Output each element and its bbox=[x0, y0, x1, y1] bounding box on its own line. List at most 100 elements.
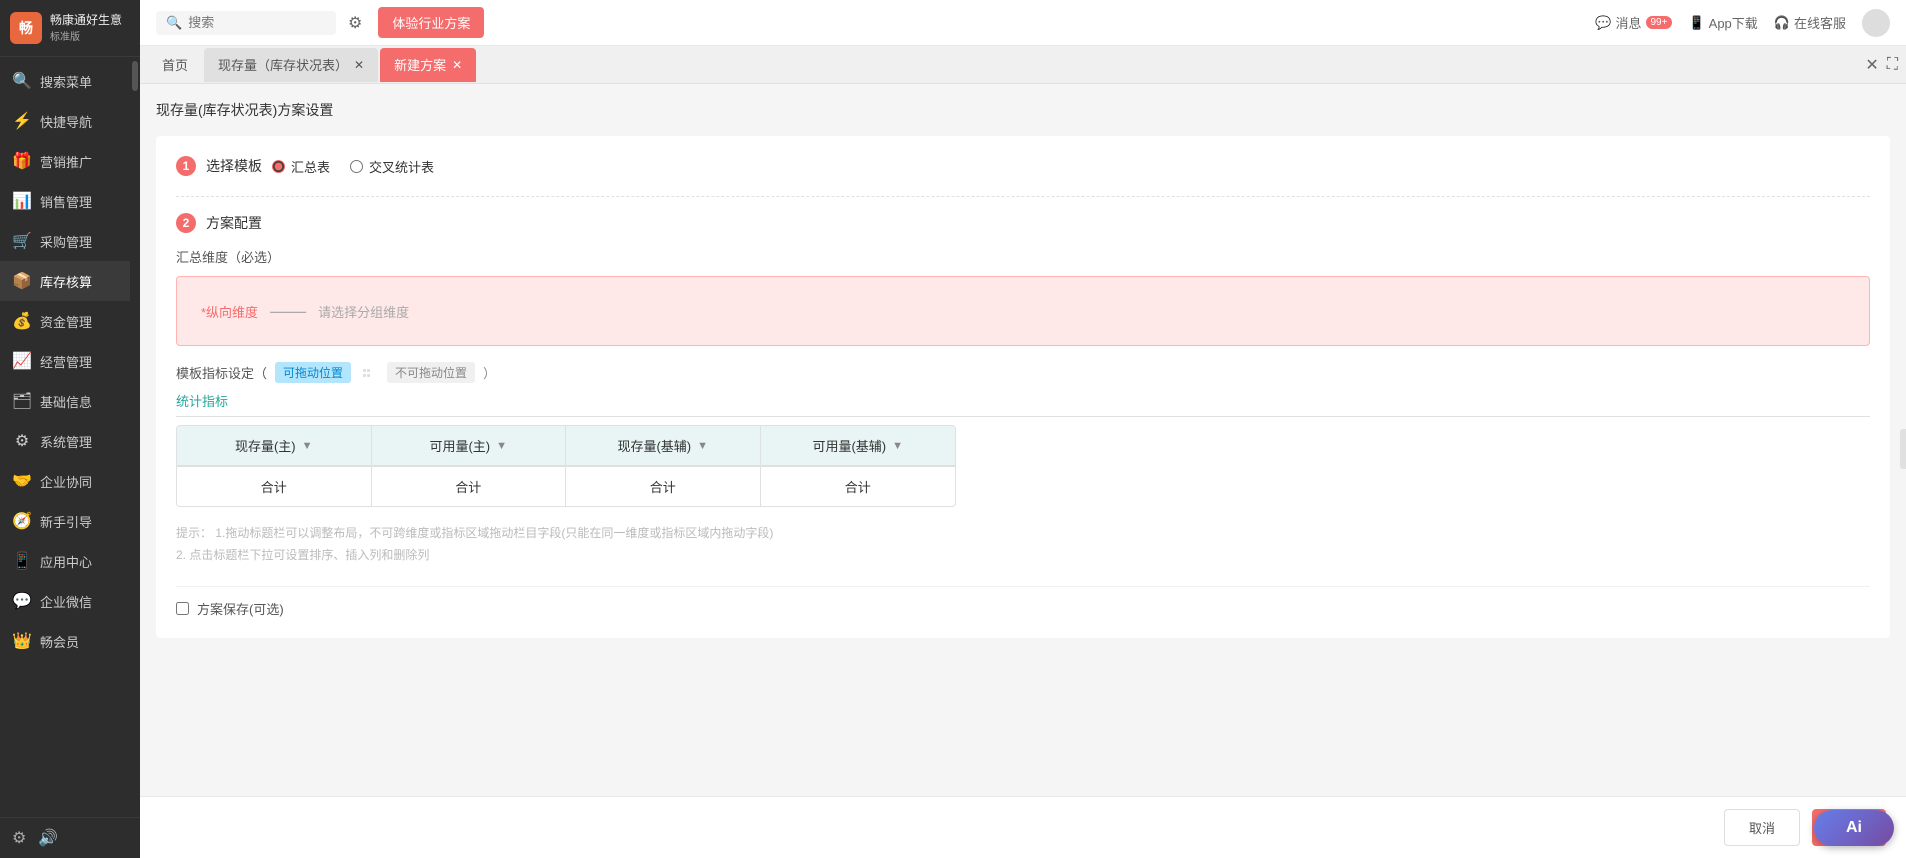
dim-placeholder: 请选择分组维度 bbox=[318, 302, 409, 321]
search-icon: 🔍 bbox=[166, 15, 182, 31]
scrollbar-thumb bbox=[132, 61, 138, 91]
sound-icon[interactable]: 🔊 bbox=[38, 828, 58, 848]
tabbar: 首页 现存量（库存状况表） ✕ 新建方案 ✕ ✕ ⛶ bbox=[140, 46, 1906, 84]
operations-icon: 📈 bbox=[12, 351, 32, 371]
tab-home[interactable]: 首页 bbox=[148, 48, 202, 82]
sidebar-scrollbar[interactable] bbox=[130, 57, 140, 817]
topbar-user[interactable] bbox=[1862, 9, 1890, 37]
stats-table-body: 合计 合计 合计 合计 bbox=[177, 466, 955, 506]
sidebar-nav: 🔍 搜索菜单 ⚡ 快捷导航 🎁 营销推广 📊 销售管理 🛒 采购管理 📦 bbox=[0, 57, 130, 817]
draggable-badge: 可拖动位置 bbox=[275, 362, 351, 383]
headset-icon: 🎧 bbox=[1774, 15, 1790, 31]
sidebar-item-member[interactable]: 👑 畅会员 bbox=[0, 621, 130, 661]
tab-new-plan[interactable]: 新建方案 ✕ bbox=[380, 48, 476, 82]
sidebar-item-app-center[interactable]: 📱 应用中心 bbox=[0, 541, 130, 581]
col-dropdown-1[interactable]: ▼ bbox=[496, 440, 507, 452]
tab-close-btn[interactable]: ✕ bbox=[1865, 55, 1878, 75]
col-header-3: 可用量(基辅) ▼ bbox=[761, 426, 956, 465]
section1-header: 1 选择模板 汇总表 交叉统计表 bbox=[176, 156, 1870, 176]
topbar-app-download[interactable]: 📱 App下载 bbox=[1688, 13, 1757, 32]
sidebar-item-enterprise[interactable]: 🤝 企业协同 bbox=[0, 461, 130, 501]
system-icon: ⚙ bbox=[12, 431, 32, 451]
stats-section: 统计指标 现存量(主) ▼ 可用量(主) ▼ bbox=[176, 391, 1870, 507]
search-menu-icon: 🔍 bbox=[12, 71, 32, 91]
save-checkbox[interactable] bbox=[176, 602, 189, 615]
col-dropdown-3[interactable]: ▼ bbox=[892, 440, 903, 452]
mobile-icon: 📱 bbox=[1688, 15, 1704, 31]
template-summary[interactable]: 汇总表 bbox=[272, 157, 330, 176]
non-draggable-badge: 不可拖动位置 bbox=[387, 362, 475, 383]
col-dropdown-0[interactable]: ▼ bbox=[302, 440, 313, 452]
page-title: 现存量(库存状况表)方案设置 bbox=[156, 100, 1890, 120]
app-logo-icon: 畅 bbox=[10, 12, 42, 44]
enterprise-icon: 🤝 bbox=[12, 471, 32, 491]
sidebar-item-finance[interactable]: 💰 资金管理 bbox=[0, 301, 130, 341]
col-dropdown-2[interactable]: ▼ bbox=[697, 440, 708, 452]
sidebar-item-wechat[interactable]: 💬 企业微信 bbox=[0, 581, 130, 621]
msg-icon: 💬 bbox=[1595, 15, 1611, 31]
search-input[interactable] bbox=[188, 15, 308, 30]
footer: 取消 查询 bbox=[140, 796, 1906, 858]
dim-required-text: *纵向维度 bbox=[201, 302, 258, 321]
tab-expand-btn[interactable]: ⛶ bbox=[1887, 55, 1898, 75]
sidebar-logo: 畅 畅康通好生意 标准版 bbox=[0, 0, 140, 57]
radio-summary[interactable] bbox=[272, 160, 285, 173]
sidebar-item-operations[interactable]: 📈 经营管理 bbox=[0, 341, 130, 381]
stats-table-header: 现存量(主) ▼ 可用量(主) ▼ 现存量(基辅) ▼ bbox=[177, 426, 955, 466]
tips-title: 提示： 1.拖动标题栏可以调整布局，不可跨维度或指标区域拖动栏目字段(只能在同一… bbox=[176, 523, 1870, 545]
member-icon: 👑 bbox=[12, 631, 32, 651]
sidebar-item-search[interactable]: 🔍 搜索菜单 bbox=[0, 61, 130, 101]
save-option: 方案保存(可选) bbox=[176, 586, 1870, 618]
sidebar-item-quick-nav[interactable]: ⚡ 快捷导航 bbox=[0, 101, 130, 141]
sidebar-item-sales[interactable]: 📊 销售管理 bbox=[0, 181, 130, 221]
inventory-icon: 📦 bbox=[12, 271, 32, 291]
topbar-right: 💬 消息 99+ 📱 App下载 🎧 在线客服 bbox=[1595, 9, 1890, 37]
finance-icon: 💰 bbox=[12, 311, 32, 331]
sidebar-item-system[interactable]: ⚙ 系统管理 bbox=[0, 421, 130, 461]
tab-new-plan-close-icon[interactable]: ✕ bbox=[452, 58, 462, 72]
section1-label: 选择模板 bbox=[206, 156, 262, 176]
newcomer-icon: 🧭 bbox=[12, 511, 32, 531]
section2-header: 2 方案配置 bbox=[176, 213, 1870, 233]
radio-cross[interactable] bbox=[350, 160, 363, 173]
right-edge-handle[interactable] bbox=[1900, 429, 1906, 469]
dimension-box[interactable]: *纵向维度 —— 请选择分组维度 bbox=[176, 276, 1870, 346]
sidebar-item-inventory[interactable]: 📦 库存核算 bbox=[0, 261, 130, 301]
template-cross[interactable]: 交叉统计表 bbox=[350, 157, 434, 176]
app-center-icon: 📱 bbox=[12, 551, 32, 571]
stats-title: 统计指标 bbox=[176, 391, 1870, 417]
ai-button[interactable]: Ai bbox=[1814, 810, 1894, 846]
col-header-0: 现存量(主) ▼ bbox=[177, 426, 372, 465]
quick-nav-icon: ⚡ bbox=[12, 111, 32, 131]
tips-item2: 2. 点击标题栏下拉可设置排序、插入列和删除列 bbox=[176, 545, 1870, 567]
settings-card: 1 选择模板 汇总表 交叉统计表 bbox=[156, 136, 1890, 638]
settings-icon[interactable]: ⚙ bbox=[12, 828, 26, 848]
section-template: 1 选择模板 汇总表 交叉统计表 bbox=[176, 156, 1870, 176]
topbar-service[interactable]: 🎧 在线客服 bbox=[1774, 13, 1846, 32]
save-label: 方案保存(可选) bbox=[197, 599, 284, 618]
cancel-button[interactable]: 取消 bbox=[1724, 809, 1800, 846]
main-area: 🔍 ⚙ 体验行业方案 💬 消息 99+ 📱 App下载 🎧 在线客服 bbox=[140, 0, 1906, 858]
sidebar-item-basic[interactable]: 🗂 基础信息 bbox=[0, 381, 130, 421]
trial-btn[interactable]: 体验行业方案 bbox=[378, 7, 484, 38]
topbar-msg[interactable]: 💬 消息 99+ bbox=[1595, 13, 1672, 32]
aggregate-dim-label: 汇总维度（必选） bbox=[176, 247, 1870, 266]
sidebar-item-newcomer[interactable]: 🧭 新手引导 bbox=[0, 501, 130, 541]
marketing-icon: 🎁 bbox=[12, 151, 32, 171]
tabbar-right: ✕ ⛶ bbox=[1865, 55, 1898, 75]
col-header-2: 现存量(基辅) ▼ bbox=[566, 426, 761, 465]
tab-inventory-close-icon[interactable]: ✕ bbox=[354, 58, 364, 72]
sidebar-item-purchase[interactable]: 🛒 采购管理 bbox=[0, 221, 130, 261]
tips-box: 提示： 1.拖动标题栏可以调整布局，不可跨维度或指标区域拖动栏目字段(只能在同一… bbox=[176, 523, 1870, 566]
tab-inventory-status[interactable]: 现存量（库存状况表） ✕ bbox=[204, 48, 378, 82]
topbar-search[interactable]: 🔍 bbox=[156, 11, 336, 35]
stats-cell-3: 合计 bbox=[761, 466, 956, 506]
stats-cell-0: 合计 bbox=[177, 466, 372, 506]
wechat-icon: 💬 bbox=[12, 591, 32, 611]
sidebar-item-marketing[interactable]: 🎁 营销推广 bbox=[0, 141, 130, 181]
gear-icon[interactable]: ⚙ bbox=[348, 13, 362, 33]
topbar: 🔍 ⚙ 体验行业方案 💬 消息 99+ 📱 App下载 🎧 在线客服 bbox=[140, 0, 1906, 46]
template-radio-group: 汇总表 交叉统计表 bbox=[272, 157, 434, 176]
stats-cell-2: 合计 bbox=[566, 466, 761, 506]
section2-num: 2 bbox=[176, 213, 196, 233]
